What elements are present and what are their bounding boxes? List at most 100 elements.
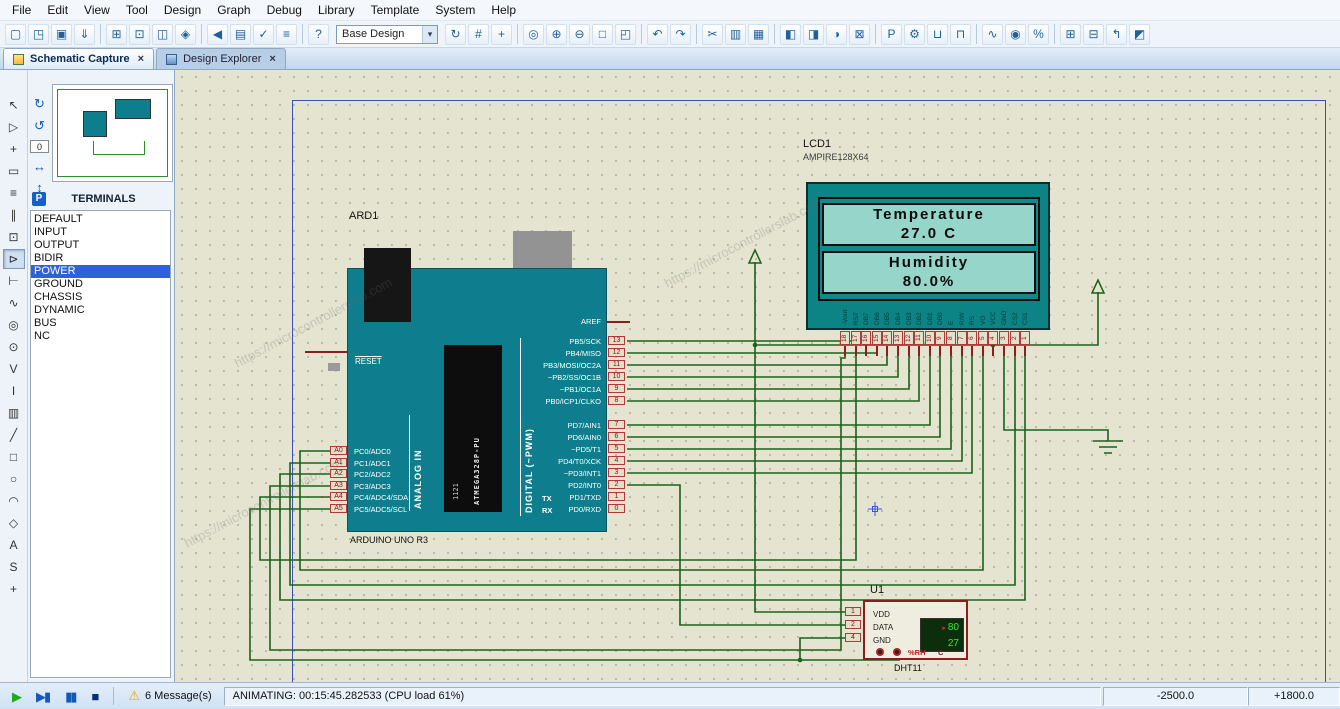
terminal-item-bidir[interactable]: BIDIR: [31, 252, 170, 265]
cut-icon[interactable]: ✂: [702, 23, 723, 45]
tab-close-icon[interactable]: ×: [269, 53, 275, 65]
import-section-icon[interactable]: ⇓: [74, 23, 95, 45]
block-rotate-icon[interactable]: ◑: [826, 23, 847, 45]
current-probe-mode[interactable]: I: [3, 381, 25, 401]
menu-tool[interactable]: Tool: [118, 1, 156, 19]
menu-edit[interactable]: Edit: [39, 1, 76, 19]
rotate-clockwise-icon[interactable]: ↻: [34, 96, 45, 112]
menu-system[interactable]: System: [427, 1, 483, 19]
zoom-out-icon[interactable]: ⊖: [569, 23, 590, 45]
wire-label-mode[interactable]: ▭: [3, 161, 25, 181]
pick-device-icon[interactable]: P: [881, 23, 902, 45]
junction-dot-mode[interactable]: +: [3, 139, 25, 159]
wire[interactable]: [627, 354, 963, 462]
design-selector-dropdown[interactable]: Base Design ▾: [336, 24, 438, 44]
subcircuit-mode[interactable]: ⊡: [3, 227, 25, 247]
play-button[interactable]: ▶: [12, 690, 22, 703]
message-area[interactable]: ⚠ 6 Message(s): [118, 688, 221, 704]
3d-visualizer-icon[interactable]: ◈: [175, 23, 196, 45]
terminal-item-bus[interactable]: BUS: [31, 317, 170, 330]
electrical-rule-check-icon[interactable]: ✓: [253, 23, 274, 45]
menu-view[interactable]: View: [76, 1, 118, 19]
wire[interactable]: [627, 484, 845, 626]
search-tag-icon[interactable]: ◉: [1005, 23, 1026, 45]
tab-schematic-capture[interactable]: Schematic Capture ×: [3, 48, 155, 69]
menu-file[interactable]: File: [4, 1, 39, 19]
bill-of-materials-icon[interactable]: ▤: [230, 23, 251, 45]
grid-toggle-icon[interactable]: #: [468, 23, 489, 45]
copy-icon[interactable]: ▥: [725, 23, 746, 45]
goto-parent-sheet-icon[interactable]: ↰: [1106, 23, 1127, 45]
remove-sheet-icon[interactable]: ⊟: [1083, 23, 1104, 45]
tab-design-explorer[interactable]: Design Explorer ×: [156, 48, 286, 69]
terminal-item-nc[interactable]: NC: [31, 330, 170, 343]
menu-graph[interactable]: Graph: [209, 1, 258, 19]
help-icon[interactable]: ?: [308, 23, 329, 45]
zoom-area-icon[interactable]: ◰: [615, 23, 636, 45]
lcd-module[interactable]: Temperature 27.0 C Humidity 80.0% -Vout R…: [806, 182, 1050, 330]
power-terminal2-icon[interactable]: [1090, 278, 1106, 294]
device-pins-mode[interactable]: ⊢: [3, 271, 25, 291]
generator-mode[interactable]: ⊙: [3, 337, 25, 357]
block-move-icon[interactable]: ◨: [803, 23, 824, 45]
selection-mode[interactable]: ↖: [3, 95, 25, 115]
overview-minimap[interactable]: [52, 84, 173, 182]
block-copy-icon[interactable]: ◧: [780, 23, 801, 45]
ground-terminal-icon[interactable]: [1093, 440, 1123, 454]
terminal-item-dynamic[interactable]: DYNAMIC: [31, 304, 170, 317]
wire[interactable]: [799, 637, 845, 660]
menu-design[interactable]: Design: [156, 1, 209, 19]
component-mode[interactable]: ▷: [3, 117, 25, 137]
make-device-icon[interactable]: ⚙: [904, 23, 925, 45]
2d-text-mode[interactable]: A: [3, 535, 25, 555]
dht-knob2-icon[interactable]: [893, 648, 901, 656]
wire[interactable]: [627, 354, 910, 390]
terminal-item-power[interactable]: POWER: [31, 265, 170, 278]
packaging-tool-icon[interactable]: ⊔: [927, 23, 948, 45]
voltage-probe-mode[interactable]: V: [3, 359, 25, 379]
2d-symbol-mode[interactable]: S: [3, 557, 25, 577]
false-origin-icon[interactable]: +: [491, 23, 512, 45]
pcb-layout-icon[interactable]: ⊡: [129, 23, 150, 45]
stop-button[interactable]: ■: [91, 690, 99, 703]
dht-knob-icon[interactable]: [876, 648, 884, 656]
terminals-mode[interactable]: ⊳: [2, 249, 25, 269]
instruments-mode[interactable]: ▥: [3, 403, 25, 423]
tape-recorder-mode[interactable]: ◎: [3, 315, 25, 335]
open-design-icon[interactable]: ◳: [28, 23, 49, 45]
redo-icon[interactable]: ↷: [670, 23, 691, 45]
2d-path-mode[interactable]: ◇: [3, 513, 25, 533]
redraw-icon[interactable]: ↻: [445, 23, 466, 45]
step-button[interactable]: ▶▮: [36, 690, 51, 703]
menu-help[interactable]: Help: [483, 1, 524, 19]
terminal-item-chassis[interactable]: CHASSIS: [31, 291, 170, 304]
terminal-item-output[interactable]: OUTPUT: [31, 239, 170, 252]
wire[interactable]: [1003, 354, 1109, 441]
text-script-mode[interactable]: ≡: [3, 183, 25, 203]
pause-button[interactable]: ▮▮: [65, 690, 77, 703]
new-file-icon[interactable]: ▢: [5, 23, 26, 45]
library-manager-icon[interactable]: ≡: [276, 23, 297, 45]
buses-mode[interactable]: ∥: [3, 205, 25, 225]
pick-devices-button[interactable]: P: [32, 191, 46, 206]
save-design-icon[interactable]: ▣: [51, 23, 72, 45]
2d-marker-mode[interactable]: +: [3, 579, 25, 599]
rotation-angle-field[interactable]: 0: [30, 140, 49, 153]
mirror-horizontal-icon[interactable]: ↔: [33, 159, 46, 174]
2d-line-mode[interactable]: ╱: [3, 425, 25, 445]
schematic-capture-icon[interactable]: ⊞: [106, 23, 127, 45]
new-sheet-icon[interactable]: ⊞: [1060, 23, 1081, 45]
menu-template[interactable]: Template: [363, 1, 428, 19]
terminal-item-input[interactable]: INPUT: [31, 226, 170, 239]
tab-close-icon[interactable]: ×: [138, 53, 144, 65]
zoom-in-icon[interactable]: ⊕: [546, 23, 567, 45]
wire-autorouter-icon[interactable]: ∿: [982, 23, 1003, 45]
wire[interactable]: [627, 354, 888, 366]
terminal-item-ground[interactable]: GROUND: [31, 278, 170, 291]
wire[interactable]: [627, 340, 867, 354]
undo-icon[interactable]: ↶: [647, 23, 668, 45]
terminal-item-default[interactable]: DEFAULT: [31, 213, 170, 226]
paste-icon[interactable]: ▦: [748, 23, 769, 45]
2d-circle-mode[interactable]: ○: [3, 469, 25, 489]
menu-library[interactable]: Library: [310, 1, 363, 19]
